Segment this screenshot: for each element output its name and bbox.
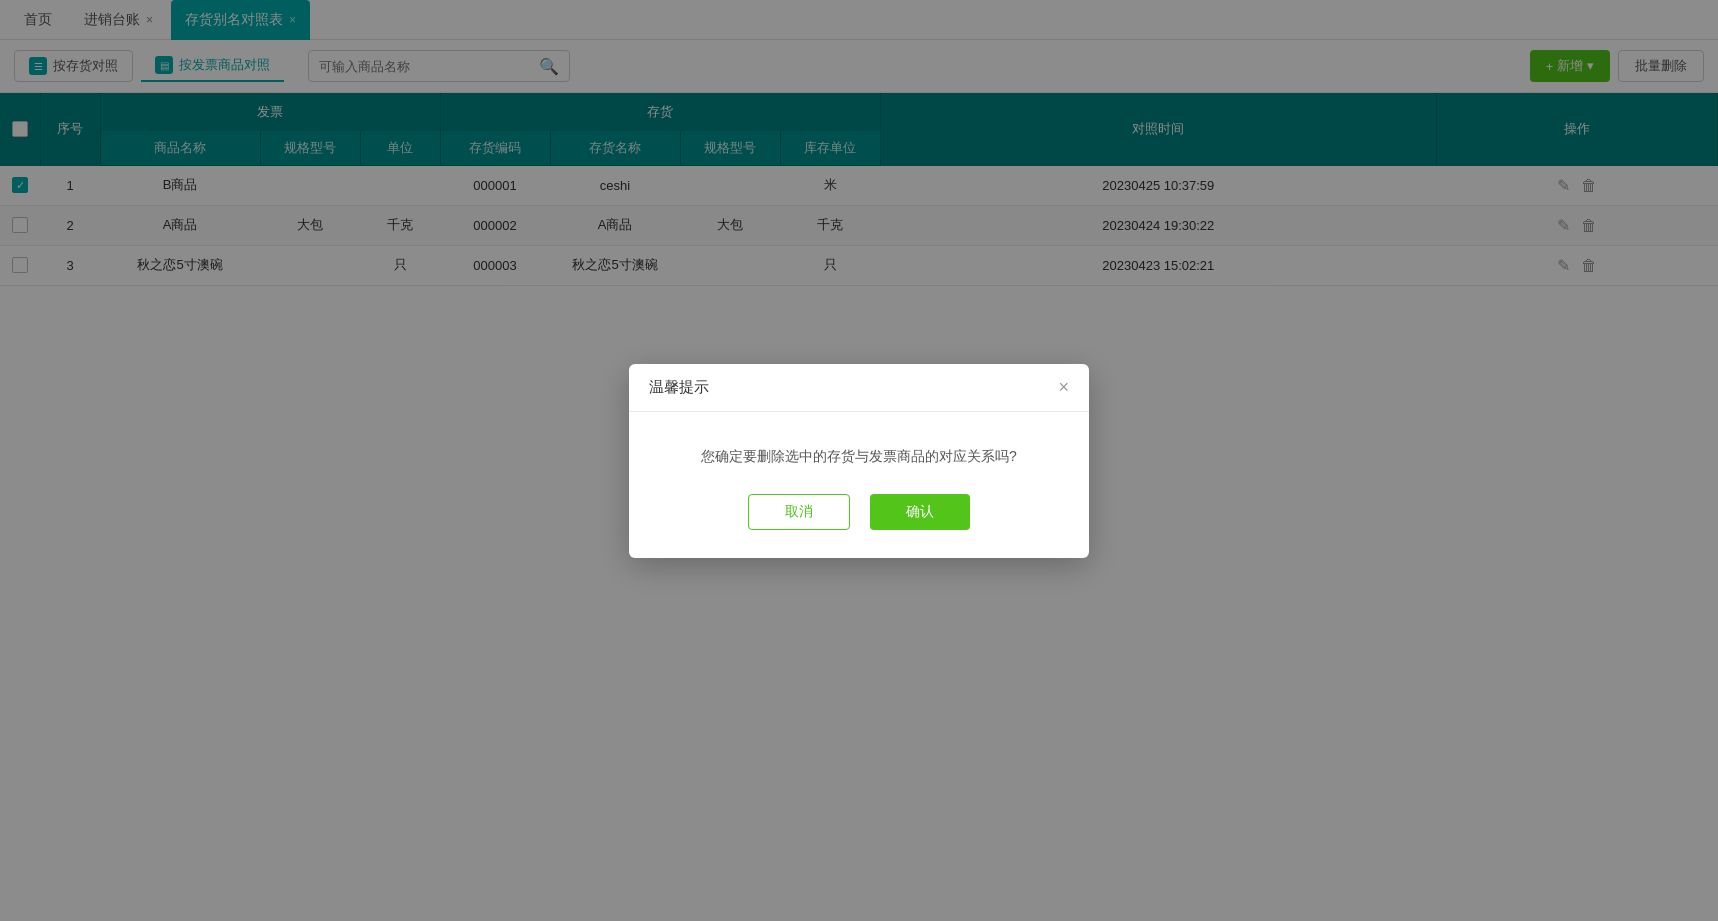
modal-overlay: 温馨提示 × 您确定要删除选中的存货与发票商品的对应关系吗? 取消 确认 <box>0 0 1718 921</box>
modal-message: 您确定要删除选中的存货与发票商品的对应关系吗? <box>701 448 1017 464</box>
modal-confirm-label: 确认 <box>906 503 934 519</box>
modal-body: 您确定要删除选中的存货与发票商品的对应关系吗? <box>629 412 1089 494</box>
modal-cancel-button[interactable]: 取消 <box>748 494 850 530</box>
modal-close-icon[interactable]: × <box>1058 378 1069 396</box>
modal-confirm-button[interactable]: 确认 <box>870 494 970 530</box>
modal-footer: 取消 确认 <box>629 494 1089 558</box>
modal-header: 温馨提示 × <box>629 364 1089 412</box>
modal-dialog: 温馨提示 × 您确定要删除选中的存货与发票商品的对应关系吗? 取消 确认 <box>629 364 1089 558</box>
modal-title: 温馨提示 <box>649 378 709 397</box>
modal-cancel-label: 取消 <box>785 503 813 519</box>
